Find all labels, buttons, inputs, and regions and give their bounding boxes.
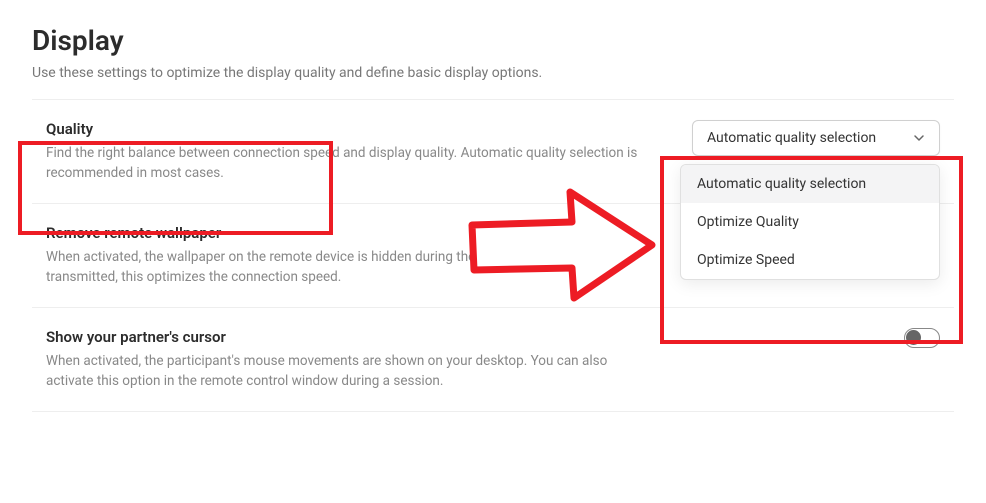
setting-title-quality: Quality bbox=[46, 120, 656, 138]
setting-desc-quality: Find the right balance between connectio… bbox=[46, 144, 656, 183]
chevron-down-icon bbox=[913, 132, 925, 144]
dropdown-option-optimize-speed[interactable]: Optimize Speed bbox=[681, 241, 939, 279]
setting-row-cursor: Show your partner's cursor When activate… bbox=[32, 308, 954, 412]
quality-dropdown[interactable]: Automatic quality selection bbox=[692, 120, 940, 156]
setting-title-wallpaper: Remove remote wallpaper bbox=[46, 224, 656, 242]
setting-text-wallpaper: Remove remote wallpaper When activated, … bbox=[46, 224, 656, 287]
setting-row-quality: Quality Find the right balance between c… bbox=[32, 100, 954, 204]
page-title: Display bbox=[32, 24, 954, 57]
quality-dropdown-menu: Automatic quality selection Optimize Qua… bbox=[680, 164, 940, 280]
quality-dropdown-label: Automatic quality selection bbox=[707, 130, 876, 146]
control-area-quality: Automatic quality selection Automatic qu… bbox=[680, 120, 940, 156]
toggle-knob bbox=[906, 330, 921, 345]
setting-title-cursor: Show your partner's cursor bbox=[46, 328, 656, 346]
setting-text-quality: Quality Find the right balance between c… bbox=[46, 120, 656, 183]
setting-desc-wallpaper: When activated, the wallpaper on the rem… bbox=[46, 248, 656, 287]
setting-text-cursor: Show your partner's cursor When activate… bbox=[46, 328, 656, 391]
page-subtitle: Use these settings to optimize the displ… bbox=[32, 65, 954, 81]
dropdown-option-optimize-quality[interactable]: Optimize Quality bbox=[681, 203, 939, 241]
cursor-toggle[interactable] bbox=[904, 328, 940, 348]
control-area-cursor bbox=[680, 328, 940, 348]
setting-desc-cursor: When activated, the participant's mouse … bbox=[46, 352, 656, 391]
dropdown-option-automatic[interactable]: Automatic quality selection bbox=[681, 165, 939, 203]
